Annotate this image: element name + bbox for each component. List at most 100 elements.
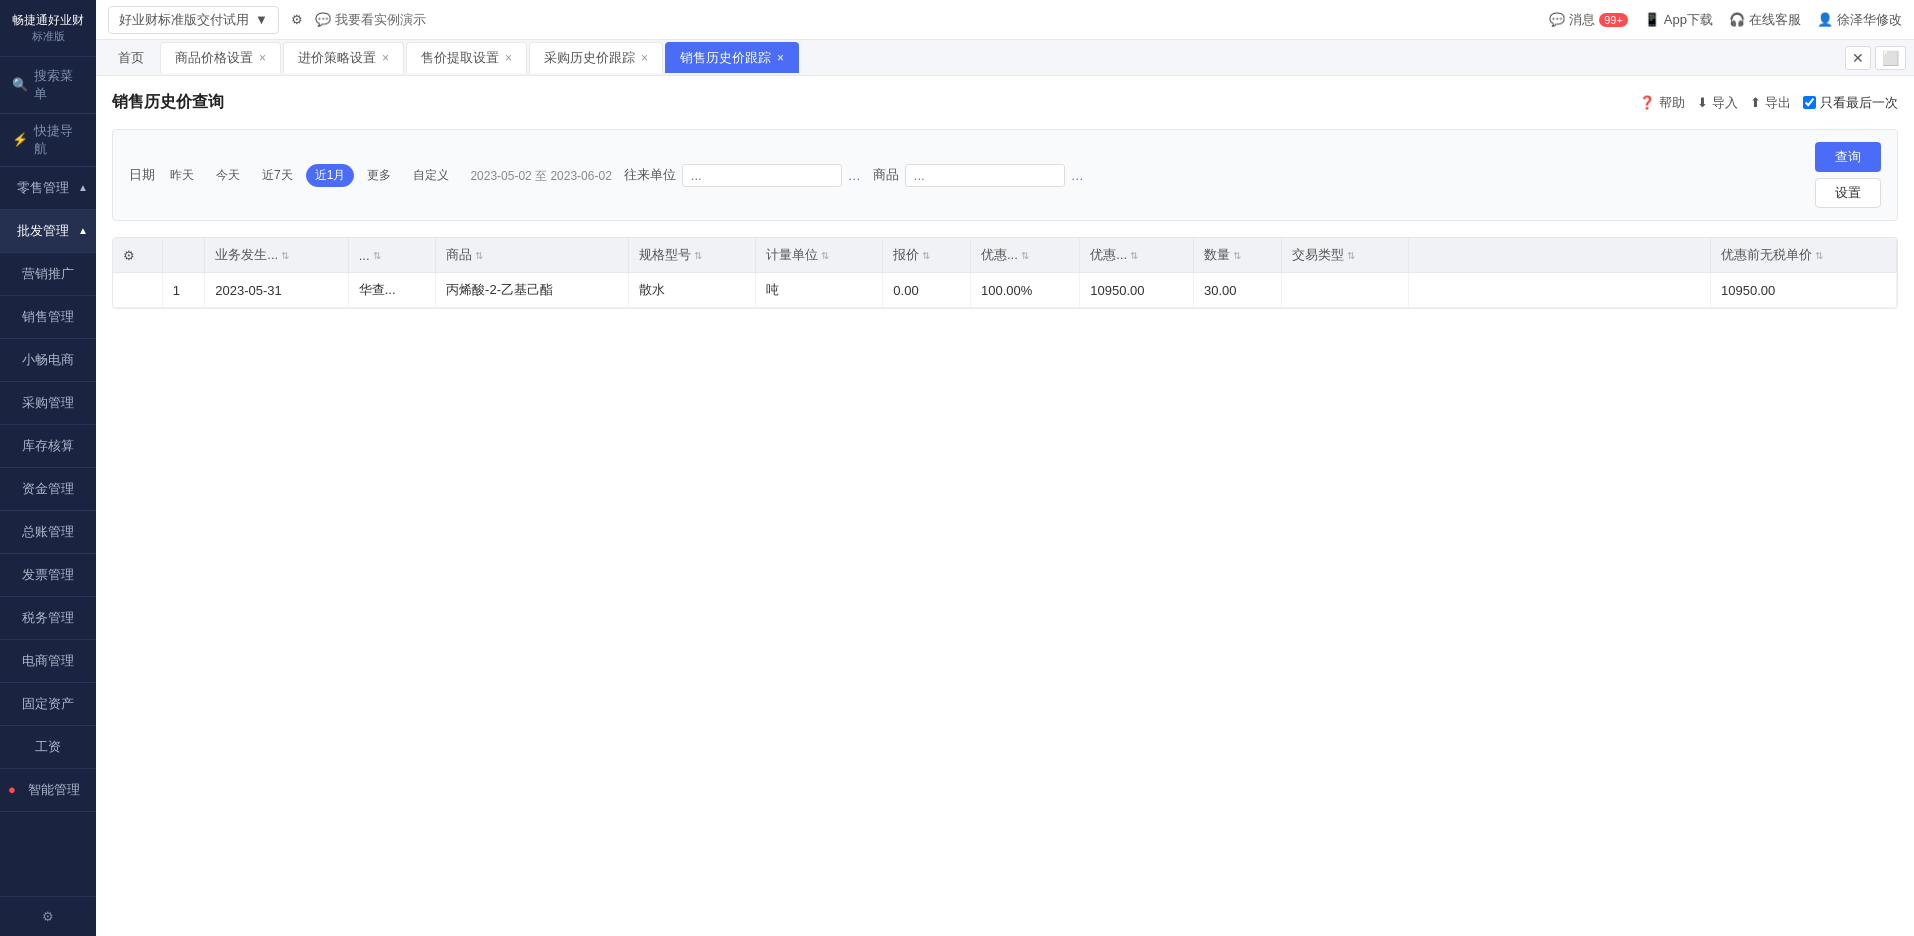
phone-icon: 📱 [1644,12,1660,27]
th-unit-label: 计量单位 [766,246,818,264]
th-discount2[interactable]: 优惠... ⇅ [1080,238,1194,273]
product-selector[interactable]: 好业财标准版交付试用 ▼ [108,6,279,34]
sidebar-item-ecommerce-label: 电商管理 [8,652,88,670]
th-extra[interactable]: ... ⇅ [348,238,435,273]
tab-purchase-history-label: 采购历史价跟踪 [544,49,635,67]
sidebar-item-ecommerce-small[interactable]: 小畅电商 [0,339,96,382]
th-trade-type[interactable]: 交易类型 ⇅ [1281,238,1408,273]
date-1month[interactable]: 近1月 [306,164,355,187]
th-discount1[interactable]: 优惠... ⇅ [971,238,1080,273]
sidebar-retail-arrow: ▲ [78,182,88,193]
sidebar-item-ledger[interactable]: 总账管理 [0,511,96,554]
tab-sale-history-label: 销售历史价跟踪 [680,49,771,67]
last-only-checkbox-wrapper[interactable]: 只看最后一次 [1803,94,1898,112]
th-quantity[interactable]: 数量 ⇅ [1194,238,1282,273]
service-btn[interactable]: 🎧 在线客服 [1729,11,1801,29]
tab-sale-history-close[interactable]: × [777,51,784,65]
sidebar-item-ecommerce[interactable]: 电商管理 [0,640,96,683]
message-badge: 99+ [1599,13,1628,27]
app-download-btn[interactable]: 📱 App下载 [1644,11,1713,29]
sidebar-item-purchase[interactable]: 采购管理 [0,382,96,425]
sidebar-item-salary[interactable]: 工资 [0,726,96,769]
tab-sale-price-close[interactable]: × [505,51,512,65]
th-product[interactable]: 商品 ⇅ [436,238,629,273]
cell-quantity: 30.00 [1194,273,1282,308]
sidebar-settings[interactable]: ⚙ [0,896,96,936]
th-extra-label: ... [359,248,370,263]
tab-sale-history[interactable]: 销售历史价跟踪 × [665,42,799,73]
smart-dot: ● [8,782,16,797]
th-biz-date[interactable]: 业务发生... ⇅ [205,238,348,273]
topbar-left: 好业财标准版交付试用 ▼ ⚙ 💬 我要看实例演示 [108,6,426,34]
tab-price-close[interactable]: × [259,51,266,65]
th-spec-label: 规格型号 [639,246,691,264]
sidebar: 畅捷通好业财 标准版 🔍 搜索菜单 ⚡ 快捷导航 零售管理 ▲ 批发管理 ▲ 营… [0,0,96,936]
sidebar-item-smart[interactable]: ● 智能管理 [0,769,96,812]
tab-purchase-strategy[interactable]: 进价策略设置 × [283,42,404,73]
tab-price-label: 商品价格设置 [175,49,253,67]
th-unit[interactable]: 计量单位 ⇅ [756,238,883,273]
tab-purchase-history[interactable]: 采购历史价跟踪 × [529,42,663,73]
cell-gear [113,273,162,308]
table-header-row: ⚙ 业务发生... ⇅ ... ⇅ [113,238,1897,273]
export-btn[interactable]: ⬆ 导出 [1750,94,1791,112]
sidebar-item-marketing[interactable]: 营销推广 [0,253,96,296]
import-label: 导入 [1712,94,1738,112]
sidebar-item-tax[interactable]: 税务管理 [0,597,96,640]
product-input[interactable] [905,164,1065,187]
tab-purchase-strategy-close[interactable]: × [382,51,389,65]
customer-input[interactable] [682,164,842,187]
settings-btn[interactable]: 设置 [1815,178,1881,208]
import-btn[interactable]: ⬇ 导入 [1697,94,1738,112]
date-today[interactable]: 今天 [207,164,249,187]
th-spec[interactable]: 规格型号 ⇅ [629,238,756,273]
sidebar-item-invoice[interactable]: 发票管理 [0,554,96,597]
user-btn[interactable]: 👤 徐泽华修改 [1817,11,1902,29]
sidebar-item-sales[interactable]: 销售管理 [0,296,96,339]
sidebar-item-retail[interactable]: 零售管理 ▲ [0,167,96,210]
sidebar-item-inventory[interactable]: 库存核算 [0,425,96,468]
sort-biz-date-icon: ⇅ [281,250,289,261]
help-btn[interactable]: ❓ 帮助 [1639,94,1685,112]
sidebar-item-wholesale[interactable]: 批发管理 ▲ [0,210,96,253]
last-only-checkbox[interactable] [1803,96,1816,109]
tab-home-label: 首页 [118,49,144,67]
sort-spec-icon: ⇅ [694,250,702,261]
sidebar-item-assets[interactable]: 固定资产 [0,683,96,726]
th-pretax[interactable]: 优惠前无税单价 ⇅ [1711,238,1897,273]
data-table: ⚙ 业务发生... ⇅ ... ⇅ [113,238,1897,308]
tab-sale-price[interactable]: 售价提取设置 × [406,42,527,73]
product-name: 好业财标准版交付试用 [119,11,249,29]
date-7days[interactable]: 近7天 [253,164,302,187]
tab-maximize-btn[interactable]: ⬜ [1875,46,1906,70]
tab-home[interactable]: 首页 [104,43,158,73]
search-bar: 日期 昨天 今天 近7天 近1月 更多 自定义 2023-05-02 至 202… [112,129,1898,221]
demo-link[interactable]: 💬 我要看实例演示 [315,11,426,29]
th-gear[interactable]: ⚙ [113,238,162,273]
th-pretax-label: 优惠前无税单价 [1721,246,1812,264]
cell-extra: 华查... [348,273,435,308]
help-label: 帮助 [1659,94,1685,112]
table-body: 1 2023-05-31 华查... 丙烯酸-2-乙基己酯 散水 吨 0.00 … [113,273,1897,308]
th-quote[interactable]: 报价 ⇅ [883,238,971,273]
th-discount1-label: 优惠... [981,246,1018,264]
product-more-btn[interactable]: … [1071,168,1084,183]
customer-more-btn[interactable]: … [848,168,861,183]
page-header: 销售历史价查询 ❓ 帮助 ⬇ 导入 ⬆ 导出 只看最后一次 [112,92,1898,113]
tab-purchase-history-close[interactable]: × [641,51,648,65]
search-icon: 🔍 [12,77,28,92]
date-more[interactable]: 更多 [358,164,400,187]
query-btn[interactable]: 查询 [1815,142,1881,172]
date-yesterday[interactable]: 昨天 [161,164,203,187]
quick-nav-icon: ⚡ [12,132,28,147]
date-custom[interactable]: 自定义 [404,164,458,187]
sidebar-search[interactable]: 🔍 搜索菜单 [0,57,96,114]
th-trade-type-label: 交易类型 [1292,246,1344,264]
sidebar-quick-nav[interactable]: ⚡ 快捷导航 [0,114,96,167]
th-discount2-label: 优惠... [1090,246,1127,264]
tab-price[interactable]: 商品价格设置 × [160,42,281,73]
tab-close-window-btn[interactable]: ✕ [1845,46,1871,70]
message-btn[interactable]: 💬 消息 99+ [1549,11,1628,29]
sidebar-item-finance[interactable]: 资金管理 [0,468,96,511]
settings-btn[interactable]: ⚙ [291,12,303,27]
